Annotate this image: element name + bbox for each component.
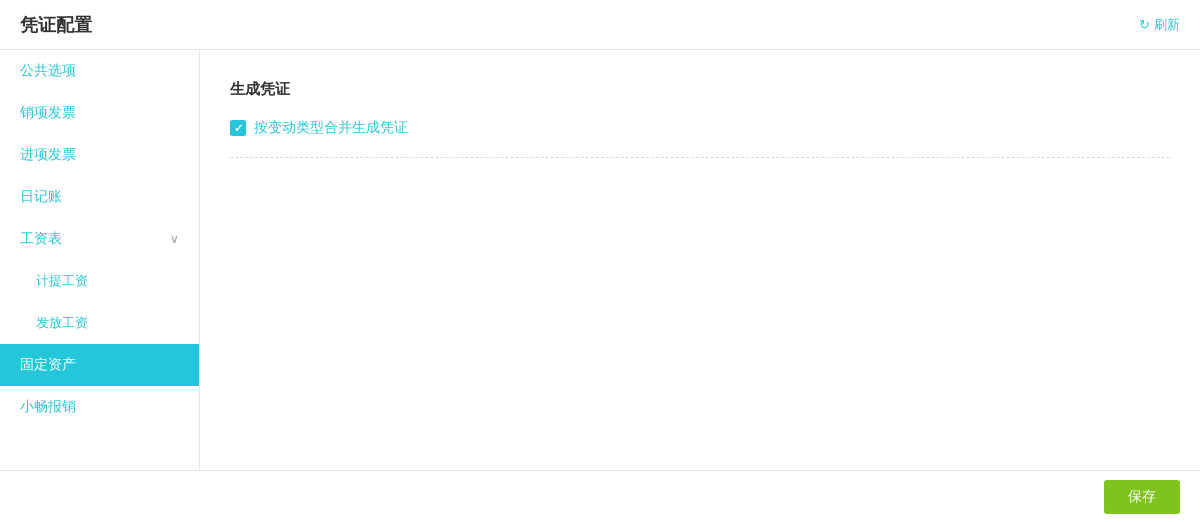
refresh-label: 刷新 — [1154, 16, 1180, 34]
sidebar-item-label: 销项发票 — [20, 104, 76, 122]
sidebar-item-purchase-invoice[interactable]: 进项发票 — [0, 134, 199, 176]
sidebar-item-label: 小畅报销 — [20, 398, 76, 416]
sidebar-item-label: 工资表 — [20, 230, 62, 248]
refresh-icon: ↻ — [1139, 17, 1150, 32]
header: 凭证配置 ↻ 刷新 — [0, 0, 1200, 50]
sidebar-item-label: 公共选项 — [20, 62, 76, 80]
sidebar-item-journal[interactable]: 日记账 — [0, 176, 199, 218]
sidebar-item-payroll-table[interactable]: 工资表 ∨ — [0, 218, 199, 260]
merge-checkbox-label: 按变动类型合并生成凭证 — [254, 119, 408, 137]
sidebar-item-label: 发放工资 — [36, 314, 88, 332]
checkbox-row[interactable]: 按变动类型合并生成凭证 — [230, 119, 1170, 137]
section-divider — [230, 157, 1170, 158]
section-title: 生成凭证 — [230, 80, 1170, 99]
refresh-button[interactable]: ↻ 刷新 — [1139, 16, 1180, 34]
sidebar-item-expense-report[interactable]: 小畅报销 — [0, 386, 199, 428]
chevron-down-icon: ∨ — [170, 232, 179, 246]
content-area: 公共选项销项发票进项发票日记账工资表 ∨ 计提工资发放工资固定资产小畅报销 生成凭证… — [0, 50, 1200, 470]
sidebar-item-label: 固定资产 — [20, 356, 76, 374]
sidebar-item-label: 计提工资 — [36, 272, 88, 290]
sidebar: 公共选项销项发票进项发票日记账工资表 ∨ 计提工资发放工资固定资产小畅报销 — [0, 50, 200, 470]
footer: 保存 — [0, 470, 1200, 522]
sidebar-item-payroll-calc[interactable]: 计提工资 — [0, 260, 199, 302]
save-button[interactable]: 保存 — [1104, 480, 1180, 514]
sidebar-item-label: 进项发票 — [20, 146, 76, 164]
page-wrapper: 凭证配置 ↻ 刷新 公共选项销项发票进项发票日记账工资表 ∨ 计提工资发放工资固定资… — [0, 0, 1200, 522]
sidebar-item-public-options[interactable]: 公共选项 — [0, 50, 199, 92]
sidebar-item-label: 日记账 — [20, 188, 62, 206]
sidebar-item-fixed-assets[interactable]: 固定资产 — [0, 344, 199, 386]
page-title: 凭证配置 — [20, 13, 92, 37]
merge-checkbox[interactable] — [230, 120, 246, 136]
sidebar-item-payroll-pay[interactable]: 发放工资 — [0, 302, 199, 344]
main-content: 生成凭证 按变动类型合并生成凭证 — [200, 50, 1200, 470]
sidebar-item-sales-invoice[interactable]: 销项发票 — [0, 92, 199, 134]
